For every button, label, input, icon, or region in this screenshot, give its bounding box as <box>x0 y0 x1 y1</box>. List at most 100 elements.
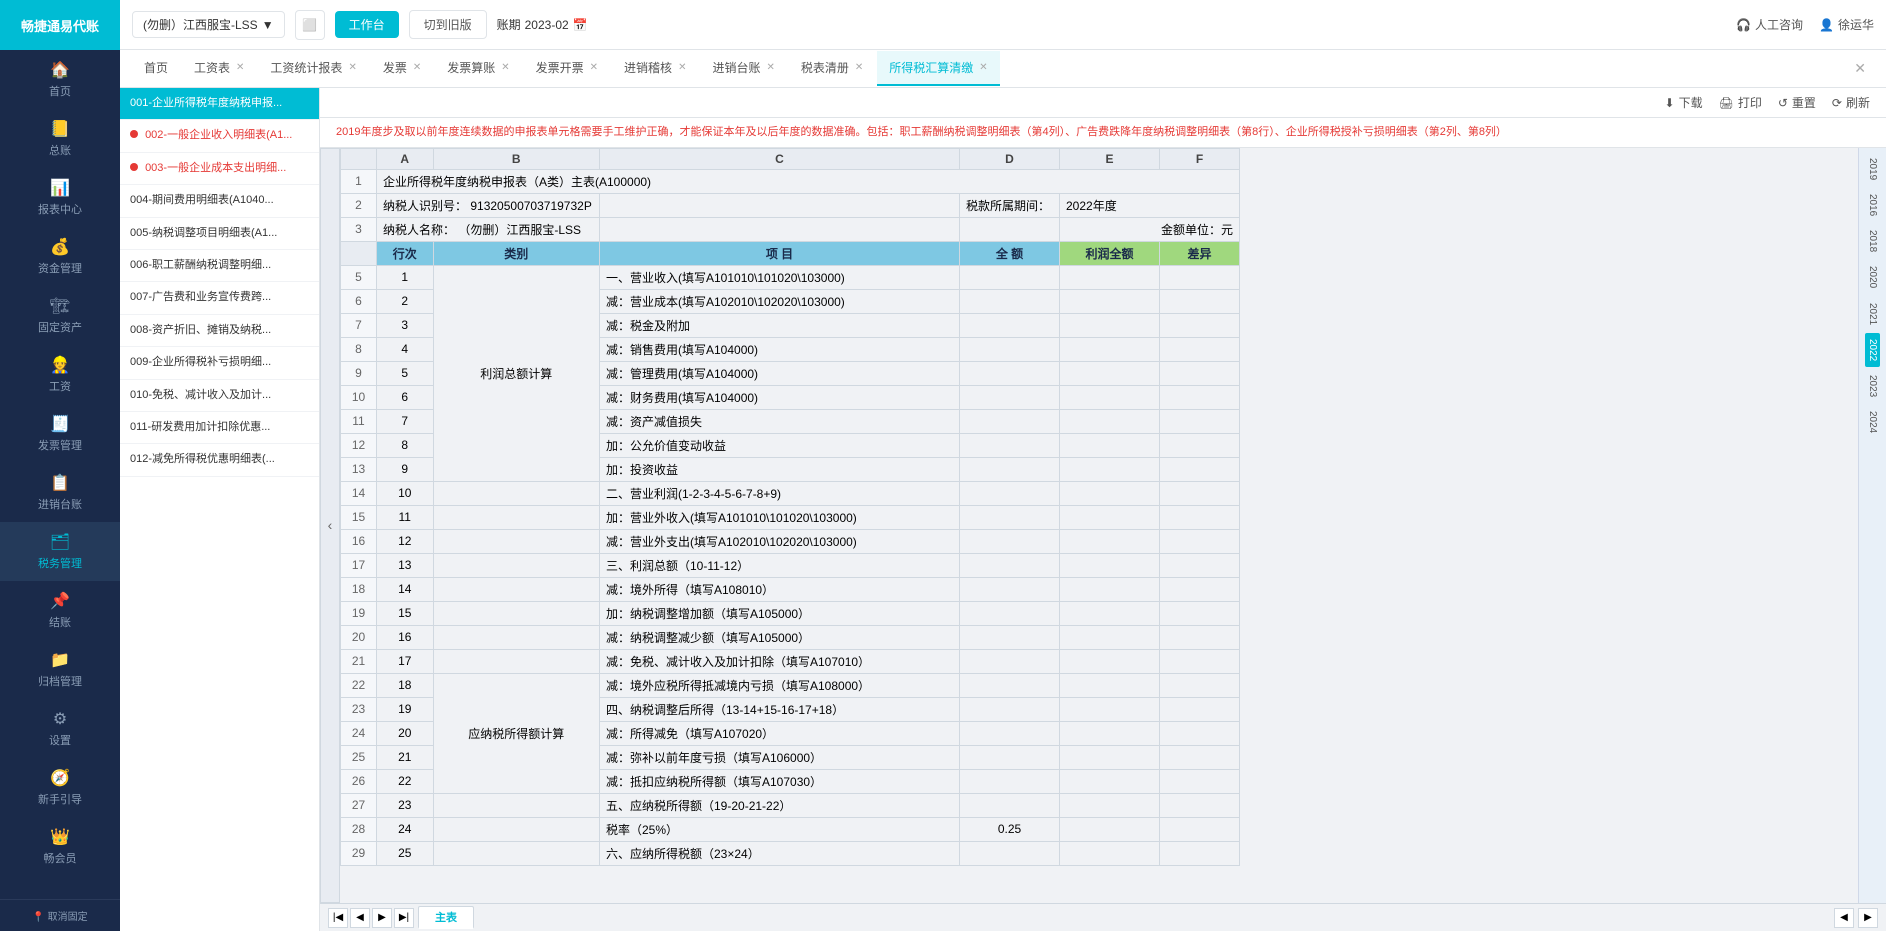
tax-table-tab-close[interactable]: ✕ <box>855 62 863 73</box>
tax-period-value-cell: 2022年度 <box>1060 193 1240 217</box>
sidebar-item-home[interactable]: 🏠 首页 <box>0 50 120 109</box>
tab-income-tax[interactable]: 所得税汇算清缴 ✕ <box>877 51 999 86</box>
old-version-button[interactable]: 切到旧版 <box>409 10 487 39</box>
year-2022[interactable]: 2022 <box>1865 333 1880 367</box>
sidebar-pin-toggle[interactable]: 📍 取消固定 <box>0 899 120 931</box>
sidebar-item-invoice[interactable]: 🧾 发票管理 <box>0 404 120 463</box>
sidebar-item-member[interactable]: 👑 畅会员 <box>0 817 120 876</box>
invoice-open-tab-close[interactable]: ✕ <box>590 62 598 73</box>
salary-tab-close[interactable]: ✕ <box>236 62 244 73</box>
calendar-icon[interactable]: 📅 <box>573 18 588 32</box>
sidebar-item-ledger[interactable]: 📒 总账 <box>0 109 120 168</box>
left-panel-item-006[interactable]: 006-职工薪酬纳税调整明细... <box>120 250 319 282</box>
sheet-table-wrap[interactable]: A B C D E F 1 企业所 <box>340 148 1858 904</box>
sidebar-item-label: 畅会员 <box>44 850 77 866</box>
tab-invoice[interactable]: 发票 ✕ <box>371 51 433 86</box>
year-2019[interactable]: 2019 <box>1865 152 1880 186</box>
sheet-nav-prev[interactable]: ◀ <box>350 908 370 928</box>
col-a-header: A <box>377 148 434 169</box>
col-headers-row: 行次 类别 项 目 全 额 利润全额 差异 <box>341 241 1240 265</box>
salary-report-tab-close[interactable]: ✕ <box>348 62 356 73</box>
col-b-header: B <box>433 148 599 169</box>
workbench-button[interactable]: 工作台 <box>335 11 399 38</box>
year-2021[interactable]: 2021 <box>1865 297 1880 331</box>
salary-tab-label: 工资表 <box>194 59 230 76</box>
print-button[interactable]: 🖨 打印 <box>1719 94 1762 111</box>
user-info[interactable]: 👤 徐运华 <box>1819 16 1874 33</box>
tax-icon: 🗂 <box>50 532 70 552</box>
sidebar-item-assets[interactable]: 🏗 固定资产 <box>0 286 120 345</box>
warning-bar: 2019年度步及取以前年度连续数据的申报表单元格需要手工维护正确，才能保证本年及… <box>320 118 1886 148</box>
category-taxable-income: 应纳税所得额计算 <box>433 673 599 793</box>
sidebar-item-guide[interactable]: 🧭 新手引导 <box>0 758 120 817</box>
collapse-button[interactable]: ‹ <box>320 148 340 904</box>
left-panel-item-010[interactable]: 010-免税、减计收入及加计... <box>120 380 319 412</box>
year-2023[interactable]: 2023 <box>1865 369 1880 403</box>
sidebar-item-settings[interactable]: ⚙ 设置 <box>0 699 120 758</box>
year-2024[interactable]: 2024 <box>1865 405 1880 439</box>
tab-tax-table[interactable]: 税表清册 ✕ <box>789 51 875 86</box>
left-panel-item-001[interactable]: 001-企业所得税年度纳税申报... <box>120 88 319 120</box>
tab-invoice-calc[interactable]: 发票算账 ✕ <box>435 51 521 86</box>
period-value: 2023-02 <box>525 18 569 32</box>
left-panel-item-003[interactable]: 003-一般企业成本支出明细... <box>120 153 319 185</box>
download-button[interactable]: ⬇ 下载 <box>1665 94 1703 111</box>
ai-consult[interactable]: 🎧 人工咨询 <box>1736 16 1803 33</box>
settings-icon: ⚙ <box>53 709 67 729</box>
tab-purchase-audit[interactable]: 进销稽核 ✕ <box>612 51 698 86</box>
scroll-left-btn[interactable]: ◀ <box>1834 908 1854 928</box>
reset-button[interactable]: ↺ 重置 <box>1778 94 1816 111</box>
headset-icon: 🎧 <box>1736 18 1751 32</box>
sidebar-item-tax[interactable]: 🗂 税务管理 <box>0 522 120 581</box>
sheet-nav: |◀ ◀ ▶ ▶| <box>328 908 414 928</box>
refresh-button[interactable]: ⟳ 刷新 <box>1832 94 1870 111</box>
sheet-nav-first[interactable]: |◀ <box>328 908 348 928</box>
left-panel-item-008[interactable]: 008-资产折旧、摊销及纳税... <box>120 315 319 347</box>
sheet-nav-last[interactable]: ▶| <box>394 908 414 928</box>
nav-tabs-close[interactable]: ✕ <box>1846 60 1874 77</box>
tab-purchase-ledger[interactable]: 进销台账 ✕ <box>700 51 786 86</box>
year-panel: 2019 2016 2018 2020 2021 2022 2023 2024 <box>1858 148 1886 904</box>
data-row-21: 21 17 减：免税、减计收入及加计扣除（填写A107010） <box>341 649 1240 673</box>
sidebar-item-archive[interactable]: 📁 归档管理 <box>0 640 120 699</box>
main-area: (勿删）江西服宝-LSS ▼ ⬜ 工作台 切到旧版 账期 2023-02 📅 🎧… <box>120 0 1886 931</box>
sheet-tab-main[interactable]: 主表 <box>418 906 474 929</box>
finance-icon: 💰 <box>50 237 70 257</box>
sidebar-item-label: 发票管理 <box>38 437 82 453</box>
left-panel-item-009[interactable]: 009-企业所得税补亏损明细... <box>120 347 319 379</box>
left-panel-item-011[interactable]: 011-研发费用加计扣除优惠... <box>120 412 319 444</box>
year-2020[interactable]: 2020 <box>1865 260 1880 294</box>
invoice-tab-close[interactable]: ✕ <box>413 62 421 73</box>
sidebar-item-reports[interactable]: 📊 报表中心 <box>0 168 120 227</box>
scroll-right-btn[interactable]: ▶ <box>1858 908 1878 928</box>
data-row-14: 14 10 二、营业利润(1-2-3-4-5-6-7-8+9) <box>341 481 1240 505</box>
purchase-ledger-tab-close[interactable]: ✕ <box>766 62 774 73</box>
left-panel-item-012[interactable]: 012-减免所得税优惠明细表(... <box>120 444 319 476</box>
tab-home[interactable]: 首页 <box>132 51 180 86</box>
sidebar-item-purchase-sales[interactable]: 📋 进销台账 <box>0 463 120 522</box>
copy-icon-btn[interactable]: ⬜ <box>295 10 325 40</box>
purchase-audit-tab-close[interactable]: ✕ <box>678 62 686 73</box>
tab-salary-report[interactable]: 工资统计报表 ✕ <box>258 51 368 86</box>
close-all-tabs-icon[interactable]: ✕ <box>1846 60 1874 76</box>
sidebar-item-label: 报表中心 <box>38 201 82 217</box>
invoice-calc-tab-close[interactable]: ✕ <box>501 62 509 73</box>
left-panel-item-005[interactable]: 005-纳税调整项目明细表(A1... <box>120 218 319 250</box>
tab-invoice-open[interactable]: 发票开票 ✕ <box>524 51 610 86</box>
tab-salary[interactable]: 工资表 ✕ <box>182 51 256 86</box>
archive-icon: 📁 <box>50 650 70 670</box>
left-panel-item-002[interactable]: 002-一般企业收入明细表(A1... <box>120 120 319 152</box>
sheet-nav-next[interactable]: ▶ <box>372 908 392 928</box>
category-profit-calc: 利润总额计算 <box>433 265 599 481</box>
income-tax-tab-close[interactable]: ✕ <box>979 62 987 73</box>
sidebar-item-settle[interactable]: 📌 结账 <box>0 581 120 640</box>
left-panel-item-007[interactable]: 007-广告费和业务宣传费跨... <box>120 282 319 314</box>
sidebar-item-finance[interactable]: 💰 资金管理 <box>0 227 120 286</box>
left-panel-item-004[interactable]: 004-期间费用明细表(A1040... <box>120 185 319 217</box>
sidebar-item-salary[interactable]: 👷 工资 <box>0 345 120 404</box>
empty-2c <box>600 193 960 217</box>
year-2016[interactable]: 2016 <box>1865 188 1880 222</box>
row-3-num: 3 <box>341 217 377 241</box>
company-selector[interactable]: (勿删）江西服宝-LSS ▼ <box>132 11 285 38</box>
year-2018[interactable]: 2018 <box>1865 224 1880 258</box>
